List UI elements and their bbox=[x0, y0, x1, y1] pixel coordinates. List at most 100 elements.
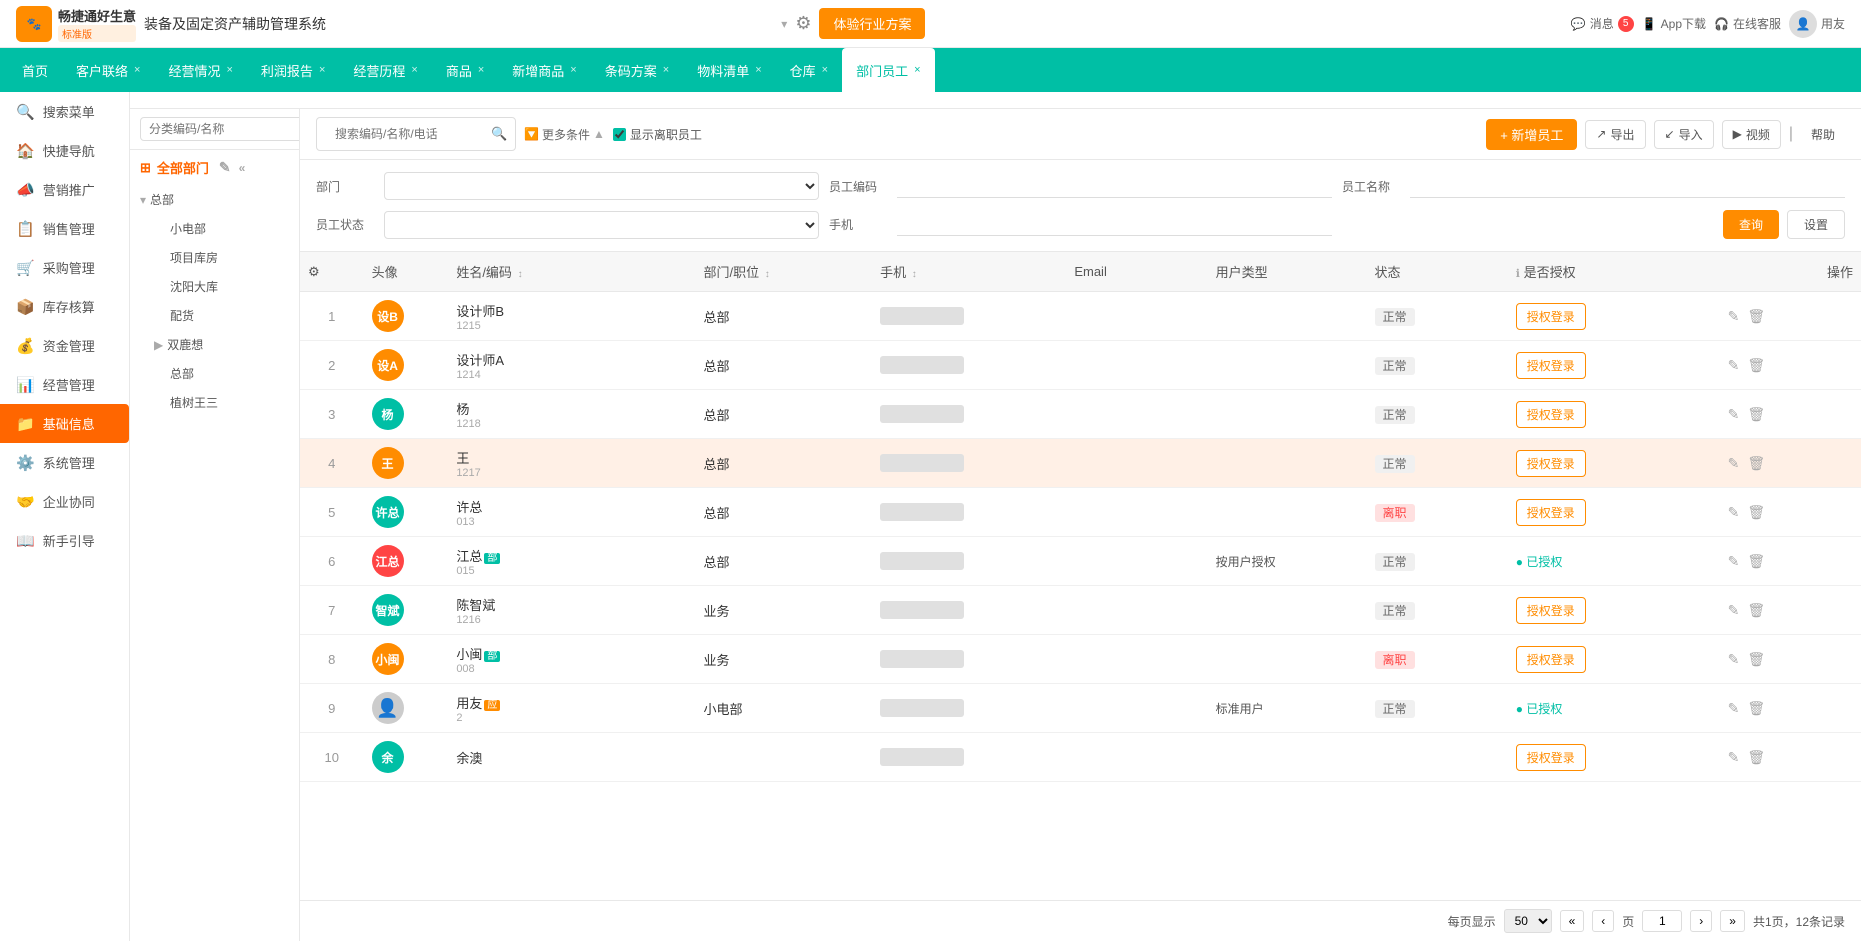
auth-button[interactable]: 授权登录 bbox=[1516, 744, 1586, 771]
auth-button[interactable]: 授权登录 bbox=[1516, 303, 1586, 330]
dept-tree-all[interactable]: ⊞ 全部部门 ✎ « bbox=[130, 150, 299, 185]
auth-cell[interactable]: 授权登录 bbox=[1508, 635, 1720, 684]
nav-tab-新增商品[interactable]: 新增商品× bbox=[498, 48, 590, 92]
sidebar-item-经营管理[interactable]: 📊 经营管理 bbox=[0, 365, 129, 404]
delete-icon[interactable]: 🗑 bbox=[1747, 308, 1765, 325]
collapse-icon[interactable]: « bbox=[239, 161, 246, 175]
delete-icon[interactable]: 🗑 bbox=[1747, 553, 1765, 570]
trial-button[interactable]: 体验行业方案 bbox=[819, 8, 925, 39]
nav-tab-经营情况[interactable]: 经营情况× bbox=[154, 48, 246, 92]
auth-button[interactable]: 授权登录 bbox=[1516, 352, 1586, 379]
first-page-button[interactable]: « bbox=[1560, 910, 1585, 932]
sidebar-item-快捷导航[interactable]: 🏠 快捷导航 bbox=[0, 131, 129, 170]
dept-item-2[interactable]: 项目库房 bbox=[130, 243, 299, 272]
nav-tab-close[interactable]: × bbox=[411, 64, 417, 76]
edit-icon[interactable]: ✎ bbox=[1728, 357, 1740, 374]
search-button[interactable]: 查询 bbox=[1723, 210, 1779, 239]
emp-status-select[interactable] bbox=[384, 211, 819, 239]
online-service-action[interactable]: 🎧 在线客服 bbox=[1714, 15, 1781, 32]
app-download-action[interactable]: 📱 App下载 bbox=[1642, 15, 1706, 32]
edit-icon[interactable]: ✎ bbox=[1728, 749, 1740, 766]
nav-tab-close[interactable]: × bbox=[914, 64, 920, 76]
dept-item-5[interactable]: ▶双鹿想 bbox=[130, 330, 299, 359]
nav-tab-客户联络[interactable]: 客户联络× bbox=[62, 48, 154, 92]
auth-cell[interactable]: 授权登录 bbox=[1508, 341, 1720, 390]
phone-input[interactable] bbox=[897, 213, 1332, 236]
nav-tab-条码方案[interactable]: 条码方案× bbox=[591, 48, 683, 92]
last-page-button[interactable]: » bbox=[1720, 910, 1745, 932]
nav-tab-利润报告[interactable]: 利润报告× bbox=[247, 48, 339, 92]
import-button[interactable]: ↙ 导入 bbox=[1654, 120, 1714, 149]
auth-cell[interactable]: 授权登录 bbox=[1508, 390, 1720, 439]
next-page-button[interactable]: › bbox=[1690, 910, 1712, 932]
sidebar-item-采购管理[interactable]: 🛒 采购管理 bbox=[0, 248, 129, 287]
auth-cell[interactable]: ● 已授权 bbox=[1508, 684, 1720, 733]
dept-item-7[interactable]: 植树王三 bbox=[130, 388, 299, 417]
sidebar-item-新手引导[interactable]: 📖 新手引导 bbox=[0, 521, 129, 560]
emp-code-input[interactable] bbox=[897, 175, 1332, 198]
nav-tab-close[interactable]: × bbox=[134, 64, 140, 76]
auth-cell[interactable]: 授权登录 bbox=[1508, 733, 1720, 782]
reset-button[interactable]: 设置 bbox=[1787, 210, 1845, 239]
nav-tab-close[interactable]: × bbox=[570, 64, 576, 76]
sidebar-item-搜索菜单[interactable]: 🔍 搜索菜单 bbox=[0, 92, 129, 131]
edit-icon[interactable]: ✎ bbox=[1728, 406, 1740, 423]
dept-item-1[interactable]: 小电部 bbox=[130, 214, 299, 243]
edit-icon[interactable]: ✎ bbox=[1728, 553, 1740, 570]
add-employee-button[interactable]: + 新增员工 bbox=[1486, 119, 1577, 150]
search-btn-icon[interactable]: 🔍 bbox=[491, 126, 507, 142]
nav-tab-仓库[interactable]: 仓库× bbox=[776, 48, 842, 92]
emp-name-input[interactable] bbox=[1410, 175, 1845, 198]
edit-icon[interactable]: ✎ bbox=[1728, 700, 1740, 717]
delete-icon[interactable]: 🗑 bbox=[1747, 504, 1765, 521]
nav-tab-close[interactable]: × bbox=[226, 64, 232, 76]
edit-icon[interactable]: ✎ bbox=[1728, 308, 1740, 325]
delete-icon[interactable]: 🗑 bbox=[1747, 602, 1765, 619]
dept-item-6[interactable]: 总部 bbox=[130, 359, 299, 388]
nav-tab-close[interactable]: × bbox=[319, 64, 325, 76]
delete-icon[interactable]: 🗑 bbox=[1747, 651, 1765, 668]
dept-item-4[interactable]: 配货 bbox=[130, 301, 299, 330]
message-action[interactable]: 💬 消息 5 bbox=[1571, 15, 1634, 32]
dept-select[interactable] bbox=[384, 172, 819, 200]
sidebar-item-库存核算[interactable]: 📦 库存核算 bbox=[0, 287, 129, 326]
nav-tab-close[interactable]: × bbox=[663, 64, 669, 76]
sidebar-item-资金管理[interactable]: 💰 资金管理 bbox=[0, 326, 129, 365]
show-resigned-checkbox[interactable] bbox=[613, 128, 626, 141]
nav-tab-经营历程[interactable]: 经营历程× bbox=[339, 48, 431, 92]
auth-cell[interactable]: 授权登录 bbox=[1508, 488, 1720, 537]
dropdown-arrow[interactable]: ▾ bbox=[781, 17, 787, 31]
search-box[interactable]: 🔍 bbox=[316, 117, 516, 151]
auth-button[interactable]: 授权登录 bbox=[1516, 597, 1586, 624]
nav-tab-物料清单[interactable]: 物料清单× bbox=[683, 48, 775, 92]
nav-tab-close[interactable]: × bbox=[478, 64, 484, 76]
dept-item-0[interactable]: ▾总部 bbox=[130, 185, 299, 214]
delete-icon[interactable]: 🗑 bbox=[1747, 406, 1765, 423]
delete-icon[interactable]: 🗑 bbox=[1747, 749, 1765, 766]
nav-tab-close[interactable]: × bbox=[822, 64, 828, 76]
auth-button[interactable]: 授权登录 bbox=[1516, 499, 1586, 526]
dept-search-input[interactable] bbox=[140, 117, 300, 141]
export-button[interactable]: ↗ 导出 bbox=[1585, 120, 1645, 149]
auth-cell[interactable]: 授权登录 bbox=[1508, 439, 1720, 488]
show-resigned-label[interactable]: 显示离职员工 bbox=[613, 126, 702, 143]
delete-icon[interactable]: 🗑 bbox=[1747, 700, 1765, 717]
auth-cell[interactable]: ● 已授权 bbox=[1508, 537, 1720, 586]
edit-icon[interactable]: ✎ bbox=[1728, 602, 1740, 619]
sidebar-item-销售管理[interactable]: 📋 销售管理 bbox=[0, 209, 129, 248]
settings-icon[interactable]: ⚙ bbox=[795, 13, 811, 34]
auth-cell[interactable]: 授权登录 bbox=[1508, 586, 1720, 635]
delete-icon[interactable]: 🗑 bbox=[1747, 357, 1765, 374]
filter-button[interactable]: 🔽 更多条件 ▲ bbox=[524, 126, 605, 143]
nav-tab-部门员工[interactable]: 部门员工× bbox=[842, 48, 934, 92]
auth-button[interactable]: 授权登录 bbox=[1516, 646, 1586, 673]
sidebar-item-基础信息[interactable]: 📁 基础信息 bbox=[0, 404, 129, 443]
auth-button[interactable]: 授权登录 bbox=[1516, 450, 1586, 477]
help-button[interactable]: 帮助 bbox=[1801, 121, 1845, 148]
view-button[interactable]: ▶ 视频 bbox=[1722, 120, 1781, 149]
page-number-input[interactable] bbox=[1642, 910, 1682, 932]
sidebar-item-系统管理[interactable]: ⚙️ 系统管理 bbox=[0, 443, 129, 482]
prev-page-button[interactable]: ‹ bbox=[1592, 910, 1614, 932]
dept-item-3[interactable]: 沈阳大库 bbox=[130, 272, 299, 301]
per-page-select[interactable]: 50 bbox=[1504, 909, 1552, 933]
